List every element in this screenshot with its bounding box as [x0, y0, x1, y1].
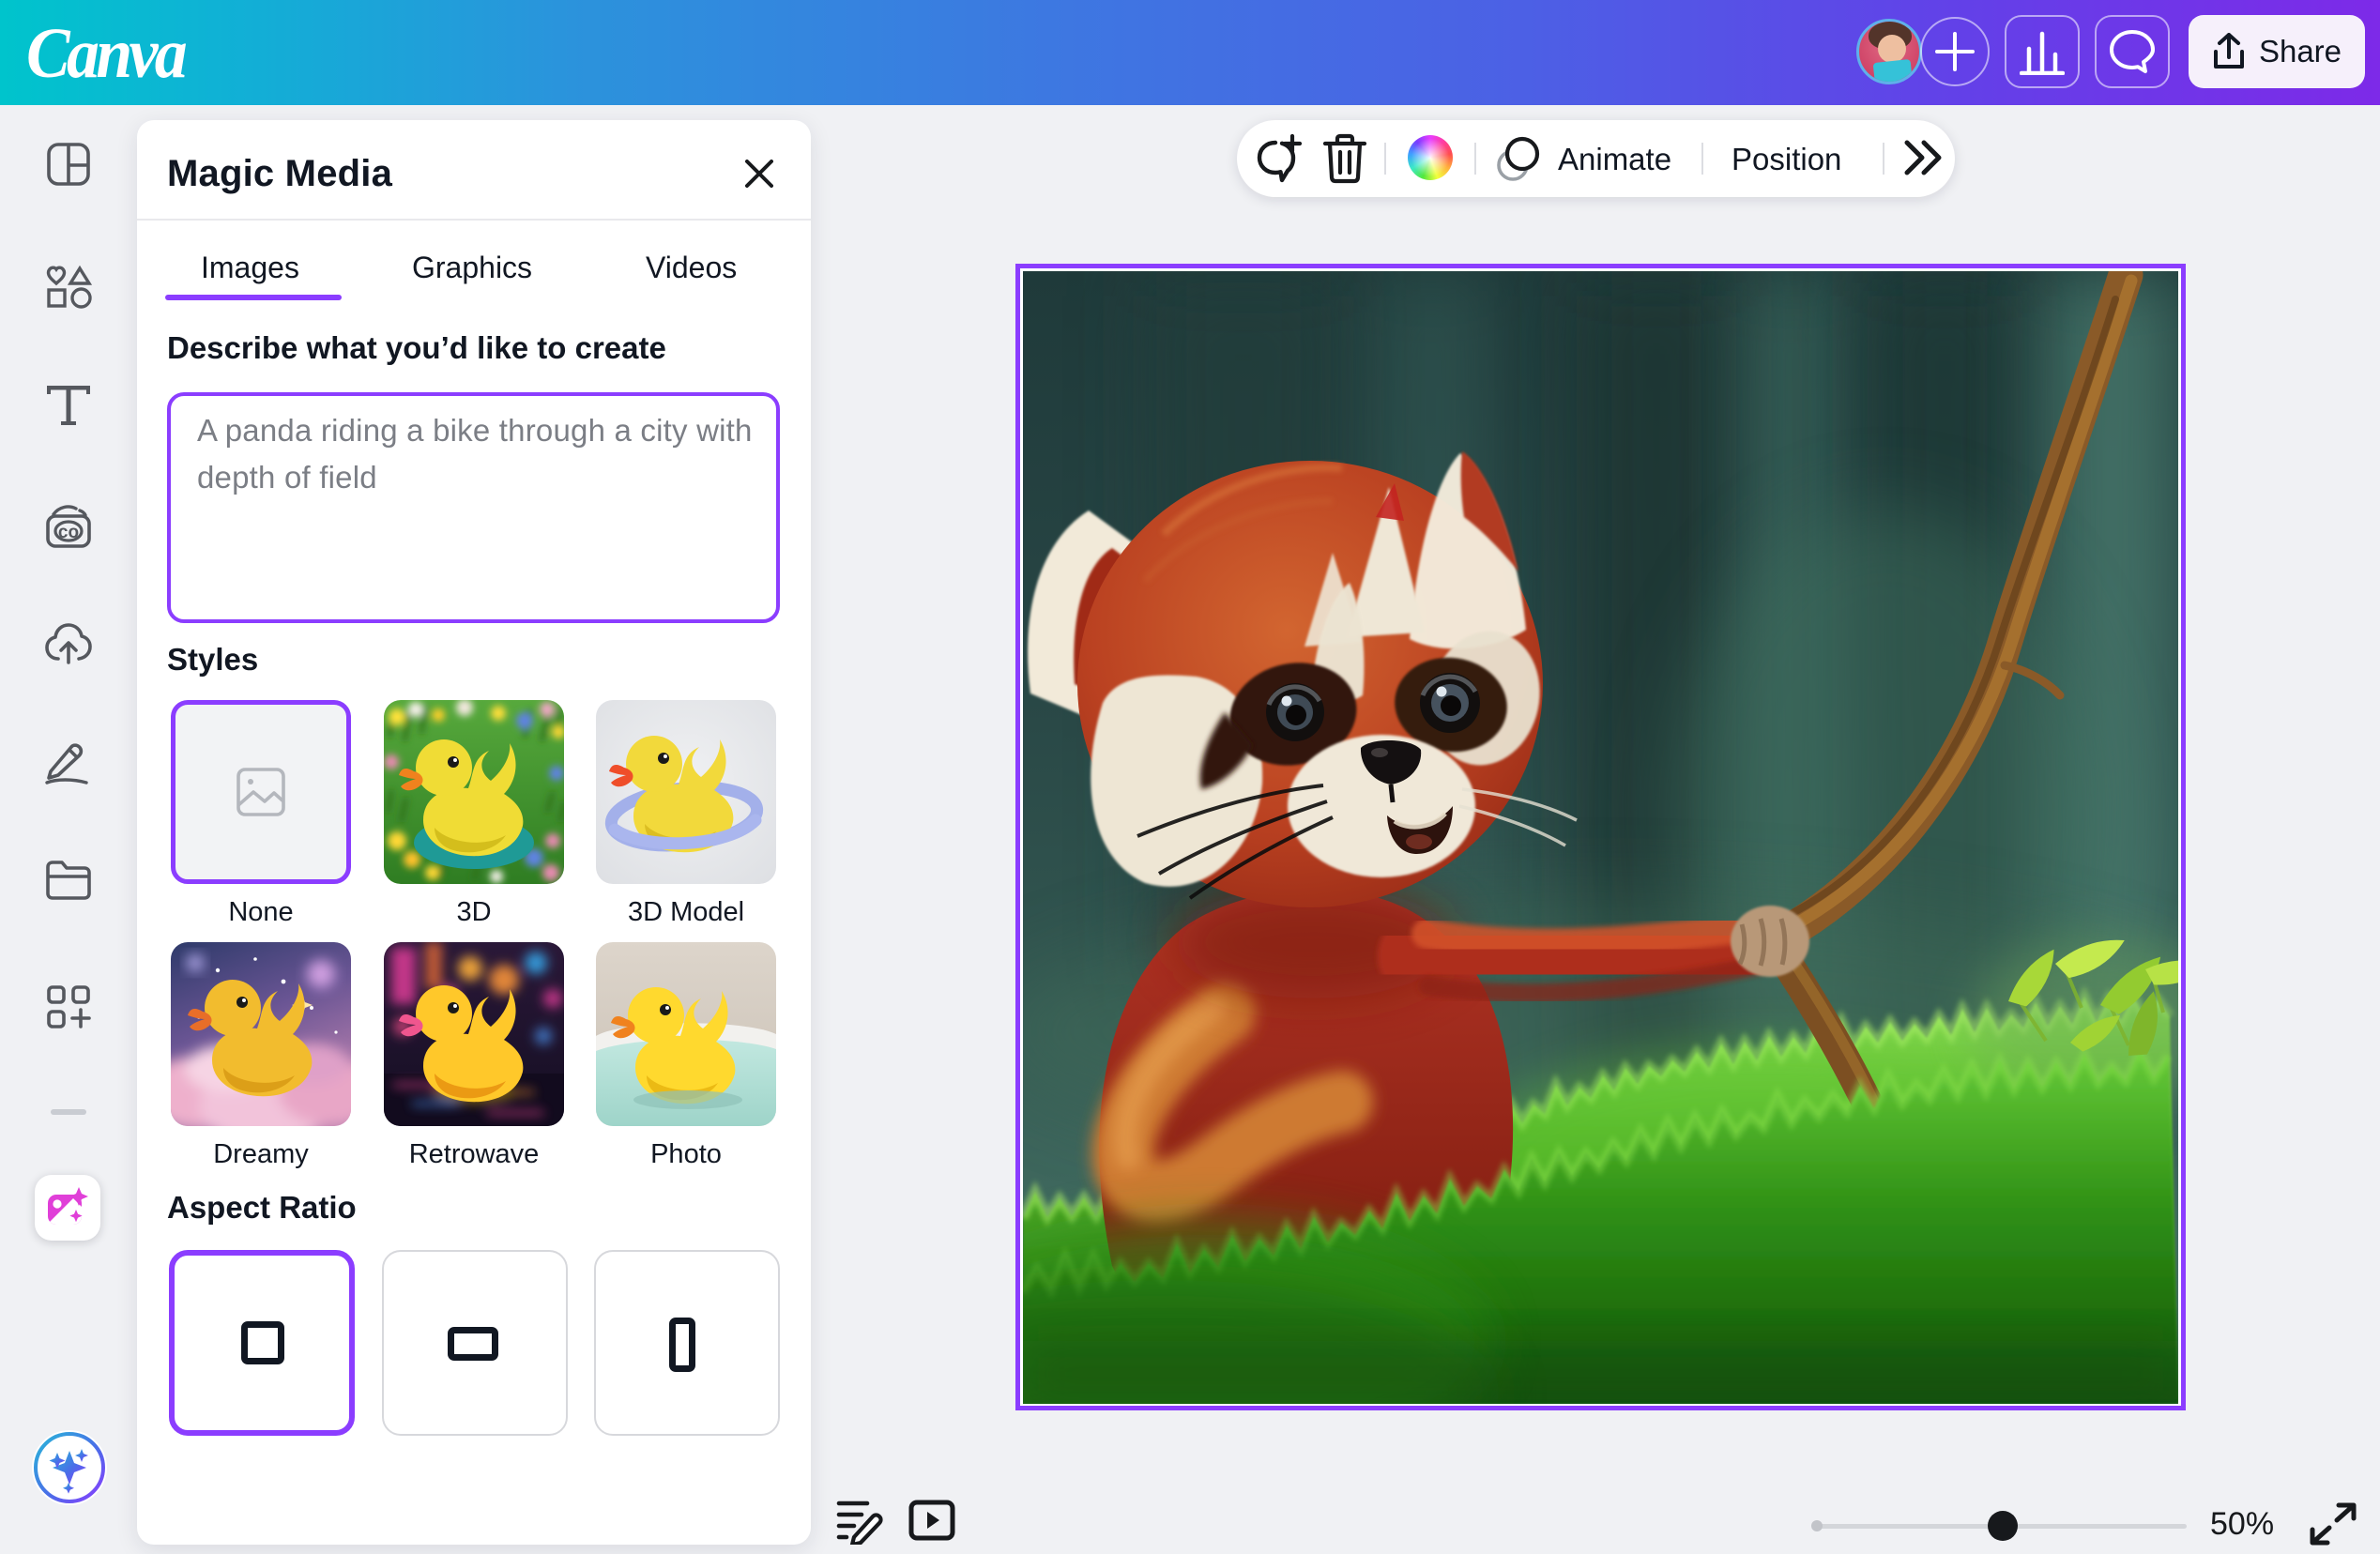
svg-text:co: co	[58, 523, 79, 542]
